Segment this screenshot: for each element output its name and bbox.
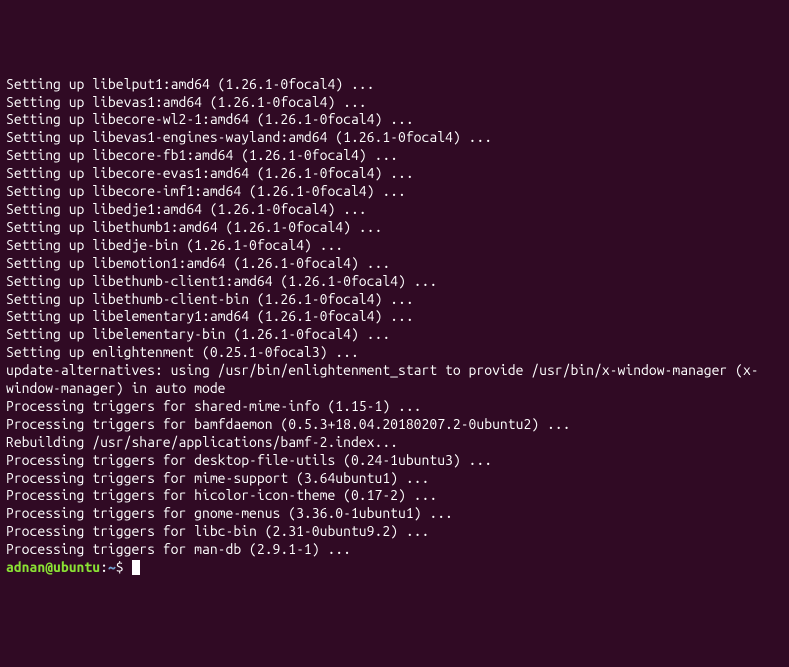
terminal-line: Setting up libecore-imf1:amd64 (1.26.1-0…: [6, 183, 783, 201]
terminal-line: Setting up libecore-evas1:amd64 (1.26.1-…: [6, 165, 783, 183]
prompt-path: ~: [108, 559, 116, 575]
terminal-line: Setting up libethumb-client1:amd64 (1.26…: [6, 273, 783, 291]
terminal-line: Processing triggers for libc-bin (2.31-0…: [6, 523, 783, 541]
terminal-line: Setting up libecore-wl2-1:amd64 (1.26.1-…: [6, 111, 783, 129]
terminal-output: Setting up libelput1:amd64 (1.26.1-0foca…: [6, 76, 783, 559]
terminal-line: Setting up libedje1:amd64 (1.26.1-0focal…: [6, 201, 783, 219]
prompt-symbol: $: [116, 559, 124, 575]
cursor-icon: [132, 560, 140, 575]
terminal-line: Setting up enlightenment (0.25.1-0focal3…: [6, 344, 783, 362]
terminal-line: Setting up libedje-bin (1.26.1-0focal4) …: [6, 237, 783, 255]
terminal-line: Processing triggers for mime-support (3.…: [6, 470, 783, 488]
prompt-line[interactable]: adnan@ubuntu:~$: [6, 559, 783, 577]
terminal-line: Setting up libelementary1:amd64 (1.26.1-…: [6, 308, 783, 326]
terminal-line: Processing triggers for shared-mime-info…: [6, 398, 783, 416]
terminal-line: Setting up libelput1:amd64 (1.26.1-0foca…: [6, 76, 783, 94]
terminal-line: Rebuilding /usr/share/applications/bamf-…: [6, 434, 783, 452]
terminal-line: update-alternatives: using /usr/bin/enli…: [6, 362, 783, 398]
terminal-line: Processing triggers for bamfdaemon (0.5.…: [6, 416, 783, 434]
prompt-spacer: [124, 559, 132, 575]
terminal-line: Setting up libethumb-client-bin (1.26.1-…: [6, 291, 783, 309]
prompt-separator: :: [100, 559, 108, 575]
terminal-line: Setting up libecore-fb1:amd64 (1.26.1-0f…: [6, 147, 783, 165]
terminal-line: Processing triggers for man-db (2.9.1-1)…: [6, 541, 783, 559]
terminal-line: Setting up libelementary-bin (1.26.1-0fo…: [6, 326, 783, 344]
terminal-line: Setting up libevas1-engines-wayland:amd6…: [6, 129, 783, 147]
terminal-line: Setting up libevas1:amd64 (1.26.1-0focal…: [6, 94, 783, 112]
terminal-line: Processing triggers for desktop-file-uti…: [6, 452, 783, 470]
terminal-line: Processing triggers for hicolor-icon-the…: [6, 487, 783, 505]
terminal-line: Setting up libemotion1:amd64 (1.26.1-0fo…: [6, 255, 783, 273]
prompt-user-host: adnan@ubuntu: [6, 559, 100, 575]
terminal-line: Processing triggers for gnome-menus (3.3…: [6, 505, 783, 523]
terminal-line: Setting up libethumb1:amd64 (1.26.1-0foc…: [6, 219, 783, 237]
